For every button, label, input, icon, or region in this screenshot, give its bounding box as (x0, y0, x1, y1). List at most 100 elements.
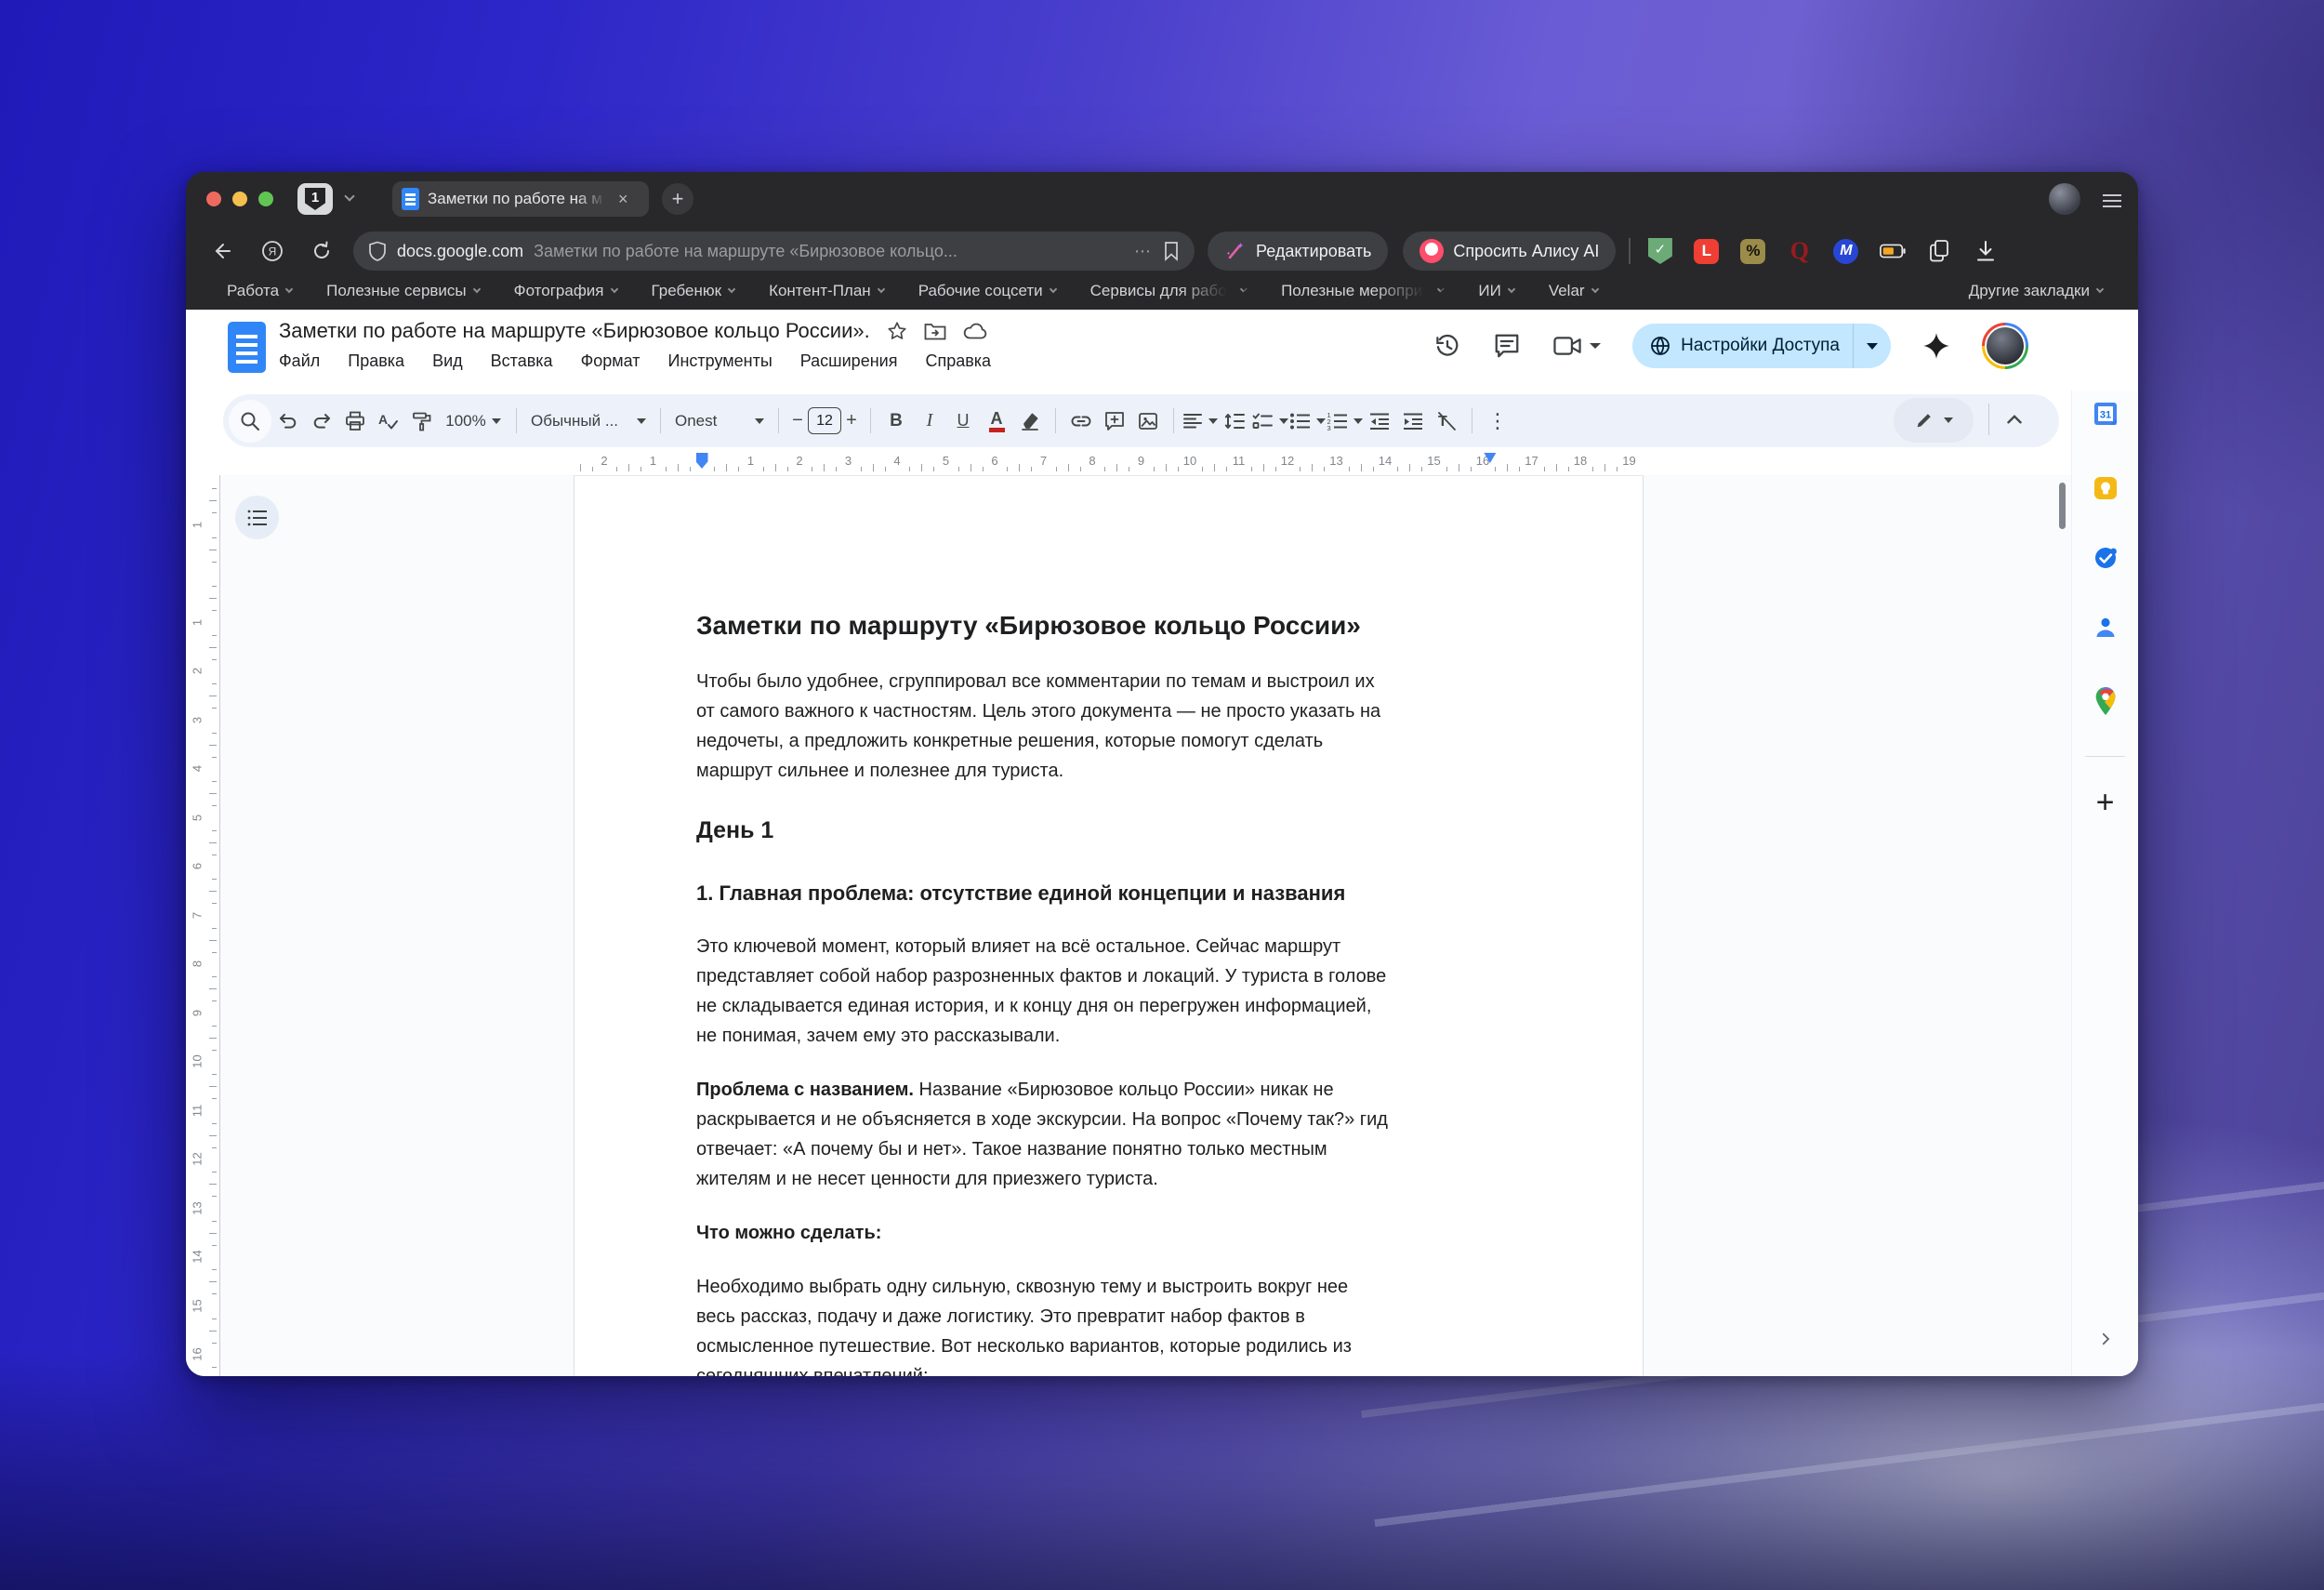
new-tab-button[interactable]: + (662, 183, 693, 215)
address-field[interactable]: docs.google.com Заметки по работе на мар… (353, 232, 1195, 271)
battery-extension-icon[interactable] (1879, 238, 1906, 264)
minimize-window-button[interactable] (232, 192, 247, 206)
address-more-icon[interactable]: ⋯ (1134, 242, 1153, 261)
font-select[interactable]: Onest (669, 401, 770, 442)
browser-profile-avatar[interactable] (2049, 183, 2080, 215)
left-indent-marker[interactable] (695, 453, 708, 469)
close-window-button[interactable] (206, 192, 221, 206)
bookmark-folder-grebenyuk[interactable]: Гребенюк (652, 282, 736, 300)
ask-alice-button[interactable]: Спросить Алису AI (1403, 232, 1617, 271)
yandex-home-icon[interactable]: Я (260, 239, 284, 263)
other-bookmarks-button[interactable]: Другие закладки (1969, 282, 2105, 300)
text-color-button[interactable]: A (980, 401, 1013, 442)
downloads-icon[interactable] (1973, 238, 1999, 264)
more-tools-button[interactable]: ⋮ (1481, 401, 1514, 442)
bookmark-folder-servisy-dlya-raboty[interactable]: Сервисы для работ (1090, 282, 1248, 300)
bookmark-folder-velar[interactable]: Velar (1549, 282, 1599, 300)
get-addons-button[interactable]: + (2096, 787, 2115, 818)
tab-close-icon[interactable]: × (618, 191, 628, 207)
line-spacing-button[interactable] (1218, 401, 1251, 442)
editing-mode-button[interactable] (1894, 398, 1974, 443)
version-history-icon[interactable] (1433, 332, 1461, 360)
redo-button[interactable] (305, 401, 338, 442)
keep-icon[interactable] (2092, 474, 2119, 502)
font-size-field[interactable]: 12 (808, 401, 841, 442)
bulleted-list-button[interactable] (1288, 401, 1326, 442)
menu-insert[interactable]: Вставка (491, 351, 553, 371)
contacts-icon[interactable] (2092, 614, 2119, 642)
tasks-icon[interactable] (2092, 544, 2119, 572)
menu-file[interactable]: Файл (279, 351, 320, 371)
m-extension-icon[interactable]: M (1833, 238, 1859, 264)
editing-mode-dropdown-icon[interactable] (1944, 417, 1953, 423)
increase-font-size-button[interactable]: + (841, 401, 862, 442)
docs-file-icon[interactable] (228, 322, 266, 373)
menu-tools[interactable]: Инструменты (668, 351, 772, 371)
insert-link-button[interactable] (1064, 401, 1098, 442)
undo-button[interactable] (271, 401, 305, 442)
account-avatar[interactable] (1982, 323, 2028, 369)
decrease-indent-button[interactable] (1363, 401, 1396, 442)
gemini-sparkle-icon[interactable] (1922, 332, 1950, 360)
highlight-color-button[interactable] (1013, 401, 1047, 442)
share-dropdown[interactable] (1854, 342, 1891, 350)
menu-edit[interactable]: Правка (348, 351, 404, 371)
meet-dropdown-icon[interactable] (1590, 343, 1602, 349)
zoom-select[interactable]: 100% (439, 401, 508, 442)
menu-extensions[interactable]: Расширения (800, 351, 898, 371)
move-to-folder-icon[interactable] (924, 322, 946, 340)
reload-icon[interactable] (310, 240, 333, 262)
horizontal-ruler[interactable]: 2 1 1 2 3 4 5 6 7 8 9 10 11 12 13 14 15 16 17 18 19 (220, 451, 2071, 475)
menu-view[interactable]: Вид (432, 351, 463, 371)
tab-group-button[interactable]: 1 (297, 183, 333, 215)
fullscreen-window-button[interactable] (258, 192, 273, 206)
underline-button[interactable]: U (946, 401, 980, 442)
insert-image-button[interactable] (1131, 401, 1165, 442)
active-tab[interactable]: Заметки по работе на м × (392, 181, 649, 217)
comments-icon[interactable] (1493, 332, 1521, 360)
l-extension-icon[interactable]: L (1694, 238, 1720, 264)
cloud-saved-icon[interactable] (963, 322, 987, 340)
document-content[interactable]: Заметки по маршруту «Бирюзовое кольцо Ро… (696, 608, 1524, 1376)
star-icon[interactable] (887, 321, 907, 341)
bookmark-folder-poleznye-servisy[interactable]: Полезные сервисы (326, 282, 481, 300)
q-extension-icon[interactable]: Q (1787, 237, 1813, 264)
bookmark-folder-poleznye-meropriyatiya[interactable]: Полезные мероприя (1281, 282, 1446, 300)
paint-format-button[interactable] (405, 401, 439, 442)
document-page[interactable]: Заметки по маршруту «Бирюзовое кольцо Ро… (574, 475, 1644, 1376)
vertical-scrollbar[interactable] (2059, 483, 2066, 529)
align-button[interactable] (1182, 401, 1218, 442)
bookmark-folder-fotografiya[interactable]: Фотография (514, 282, 618, 300)
bold-button[interactable]: B (879, 401, 913, 442)
maps-icon[interactable] (2093, 686, 2118, 716)
checklist-button[interactable] (1251, 401, 1288, 442)
back-icon[interactable] (210, 240, 232, 262)
add-comment-button[interactable] (1098, 401, 1131, 442)
protect-extension-icon[interactable]: ✓ (1647, 238, 1673, 264)
spell-check-button[interactable]: A (372, 401, 405, 442)
menu-format[interactable]: Формат (581, 351, 640, 371)
italic-button[interactable]: I (913, 401, 946, 442)
tab-list-chevron-icon[interactable] (344, 191, 355, 202)
edit-mode-button[interactable]: Редактировать (1208, 232, 1389, 271)
show-side-panel-chevron-icon[interactable] (2097, 1331, 2114, 1347)
bookmark-flag-icon[interactable] (1163, 241, 1180, 261)
calendar-icon[interactable]: 31 (2092, 400, 2119, 428)
paragraph-styles-select[interactable]: Обычный ... (525, 401, 652, 442)
decrease-font-size-button[interactable]: − (787, 401, 808, 442)
bookmark-folder-kontent-plan[interactable]: Контент-План (769, 282, 885, 300)
search-menus-button[interactable] (229, 399, 271, 443)
vertical-ruler[interactable]: 1 1 2 3 4 5 6 7 8 9 10 11 12 13 14 15 16 (186, 475, 220, 1376)
bookmark-folder-ii[interactable]: ИИ (1478, 282, 1516, 300)
share-button[interactable]: Настройки Доступа (1632, 324, 1891, 368)
clear-formatting-button[interactable]: T (1430, 401, 1463, 442)
tabs-copy-icon[interactable] (1926, 238, 1952, 264)
print-button[interactable] (338, 401, 372, 442)
bookmark-folder-rabochie-socseti[interactable]: Рабочие соцсети (918, 282, 1057, 300)
document-outline-button[interactable] (235, 496, 279, 539)
bookmark-folder-rabota[interactable]: Работа (227, 282, 294, 300)
meet-video-button[interactable] (1552, 333, 1602, 359)
increase-indent-button[interactable] (1396, 401, 1430, 442)
percent-extension-icon[interactable]: % (1740, 238, 1766, 264)
browser-menu-icon[interactable] (2103, 191, 2121, 207)
